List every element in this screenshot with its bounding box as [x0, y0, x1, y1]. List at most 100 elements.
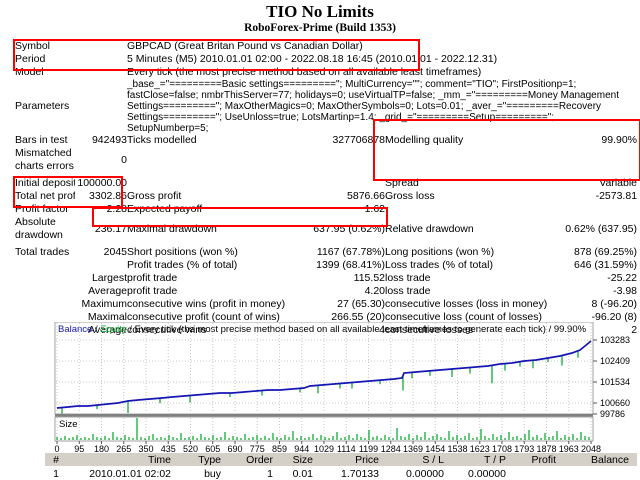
- stat-label: Gross loss: [385, 190, 435, 202]
- column-header-time: Time: [67, 453, 179, 466]
- stat-label: Mismatched charts errors: [15, 147, 74, 172]
- x-axis-label: 1199: [359, 444, 378, 452]
- x-axis-label: 1878: [536, 444, 556, 452]
- stat-label: profit trade: [127, 272, 178, 284]
- stat-row-period: Period 5 Minutes (M5) 2010.01.01 02:00 - …: [15, 53, 637, 66]
- column-header-tp: T / P: [452, 453, 514, 466]
- x-axis-label: 1793: [514, 444, 534, 452]
- stat-value: 942493: [91, 134, 127, 146]
- x-axis-label: 775: [250, 444, 265, 452]
- stat-label: consecutive wins (profit in money): [127, 298, 286, 310]
- x-axis-label: 690: [227, 444, 242, 452]
- stat-label: Average: [88, 285, 127, 297]
- stat-label: Expected payoff: [127, 203, 203, 215]
- stat-value: 100000.00: [77, 177, 127, 189]
- stat-value: Every tick (the most precise method base…: [127, 66, 482, 78]
- trade-profit: [514, 467, 564, 480]
- stat-label: Bars in test: [15, 134, 68, 146]
- stat-label: Profit trades (% of total): [127, 259, 238, 271]
- stat-value: Variable: [599, 177, 638, 189]
- stat-value: 3302.86: [89, 190, 127, 202]
- y-axis-label: 99786: [600, 409, 625, 419]
- stat-value: -2573.81: [595, 190, 638, 202]
- trades-table: # Time Type Order Size Price S / L T / P…: [45, 452, 637, 480]
- x-axis-label: 350: [138, 444, 153, 452]
- stat-value: -3.98: [613, 285, 638, 297]
- y-axis-label: 100660: [600, 398, 630, 408]
- stat-row-parameters: Parameters _base_="=========Basic setting…: [15, 79, 637, 134]
- stat-label: Profit factor: [15, 203, 69, 215]
- stat-value: 1.62: [364, 203, 385, 215]
- stat-label: Total net profit: [15, 190, 75, 202]
- x-axis-label: 944: [294, 444, 309, 452]
- stat-label: loss trade: [385, 285, 431, 297]
- stat-label: Model: [15, 66, 44, 78]
- x-axis-label: 1963: [559, 444, 579, 452]
- stat-label: Maximal drawdown: [127, 222, 217, 235]
- size-panel-label: Size: [59, 419, 78, 430]
- stat-label: Period: [15, 53, 46, 65]
- x-axis-label: 1538: [447, 444, 467, 452]
- trades-header-row: # Time Type Order Size Price S / L T / P…: [45, 453, 637, 466]
- stat-label: Modelling quality: [385, 134, 464, 146]
- stat-row-total-trades: Total trades 2045 Short positions (won %) 1…: [15, 246, 637, 259]
- stat-value: 0.62% (637.95): [565, 222, 638, 235]
- stat-row-deposit: Initial deposit 100000.00 Spread Variable: [15, 177, 637, 190]
- x-axis-label: 1454: [425, 444, 445, 452]
- stat-row-model: Model Every tick (the most precise method…: [15, 66, 637, 79]
- stat-value: 115.52: [353, 272, 385, 284]
- x-axis-label: 605: [205, 444, 220, 452]
- y-axis-label: 101534: [600, 377, 630, 387]
- stat-value: 878 (69.25%): [573, 246, 638, 258]
- stat-row-profit-factor: Profit factor 2.28 Expected payoff 1.62: [15, 203, 637, 216]
- stat-value: 0: [121, 153, 127, 166]
- x-axis-label: 180: [94, 444, 109, 452]
- stat-row-profit-trades: Profit trades (% of total) 1399 (68.41%) L…: [15, 259, 637, 272]
- stat-label: Absolute drawdown: [15, 216, 63, 241]
- stat-row-bars: Bars in test 942493 Ticks modelled 32770687…: [15, 134, 637, 147]
- trade-row: 1 2010.01.01 02:02 buy 1 0.01 1.70133 0.…: [45, 467, 637, 480]
- y-axis-label: 103283: [600, 335, 630, 345]
- stat-label: Parameters: [15, 100, 70, 112]
- x-axis-label: 265: [116, 444, 131, 452]
- stat-row-symbol: Symbol GBPCAD (Great Britan Pound vs Cana…: [15, 40, 637, 53]
- stat-value: 4.20: [364, 285, 385, 297]
- x-axis-label: 0: [54, 444, 59, 452]
- column-header-profit: Profit: [514, 453, 564, 466]
- stat-row-average: Average profit trade 4.20 loss trade -3.98: [15, 285, 637, 298]
- stat-label: Spread: [385, 177, 419, 189]
- stat-row-drawdown: Absolute drawdown 236.17 Maximal drawdown 6…: [15, 216, 637, 242]
- x-axis-label: 2048: [581, 444, 601, 452]
- size-plot-border: [54, 416, 594, 442]
- column-header-size: Size: [281, 453, 321, 466]
- column-header-balance: Balance: [564, 453, 637, 466]
- stat-label: Short positions (won %): [127, 246, 238, 258]
- stat-label: Relative drawdown: [385, 222, 474, 235]
- trade-type: buy: [204, 467, 221, 480]
- x-axis-label: 435: [161, 444, 176, 452]
- stat-label: loss trade: [385, 272, 431, 284]
- trade-number: 1: [53, 467, 59, 480]
- stat-value: 2045: [103, 246, 127, 258]
- y-axis-label: 102409: [600, 356, 630, 366]
- x-axis-label: 1284: [381, 444, 401, 452]
- stat-value: 236.17: [94, 222, 127, 235]
- trade-sl: 0.00000: [406, 467, 444, 480]
- stat-value: 5876.66: [347, 190, 385, 202]
- stat-value: 637.95 (0.62%): [313, 222, 385, 235]
- stat-value: 8 (-96.20): [591, 298, 638, 310]
- stat-label: Maximum: [81, 298, 127, 310]
- x-axis-label: 1029: [314, 444, 334, 452]
- column-header-number: #: [45, 453, 67, 466]
- x-axis-label: 1708: [492, 444, 512, 452]
- strategy-tester-report: TIO No Limits RoboForex-Prime (Build 135…: [0, 0, 640, 480]
- stat-label: profit trade: [127, 285, 178, 297]
- stat-label: Gross profit: [127, 190, 182, 202]
- stat-label: Initial deposit: [15, 177, 75, 189]
- trade-size: 0.01: [292, 467, 313, 480]
- stat-label: Total trades: [15, 246, 70, 258]
- report-subtitle: RoboForex-Prime (Build 1353): [244, 22, 396, 34]
- trade-time: 2010.01.01 02:02: [89, 467, 171, 480]
- stat-value: 5 Minutes (M5) 2010.01.01 02:00 - 2022.0…: [127, 53, 498, 65]
- stat-value: GBPCAD (Great Britan Pound vs Canadian D…: [127, 40, 363, 52]
